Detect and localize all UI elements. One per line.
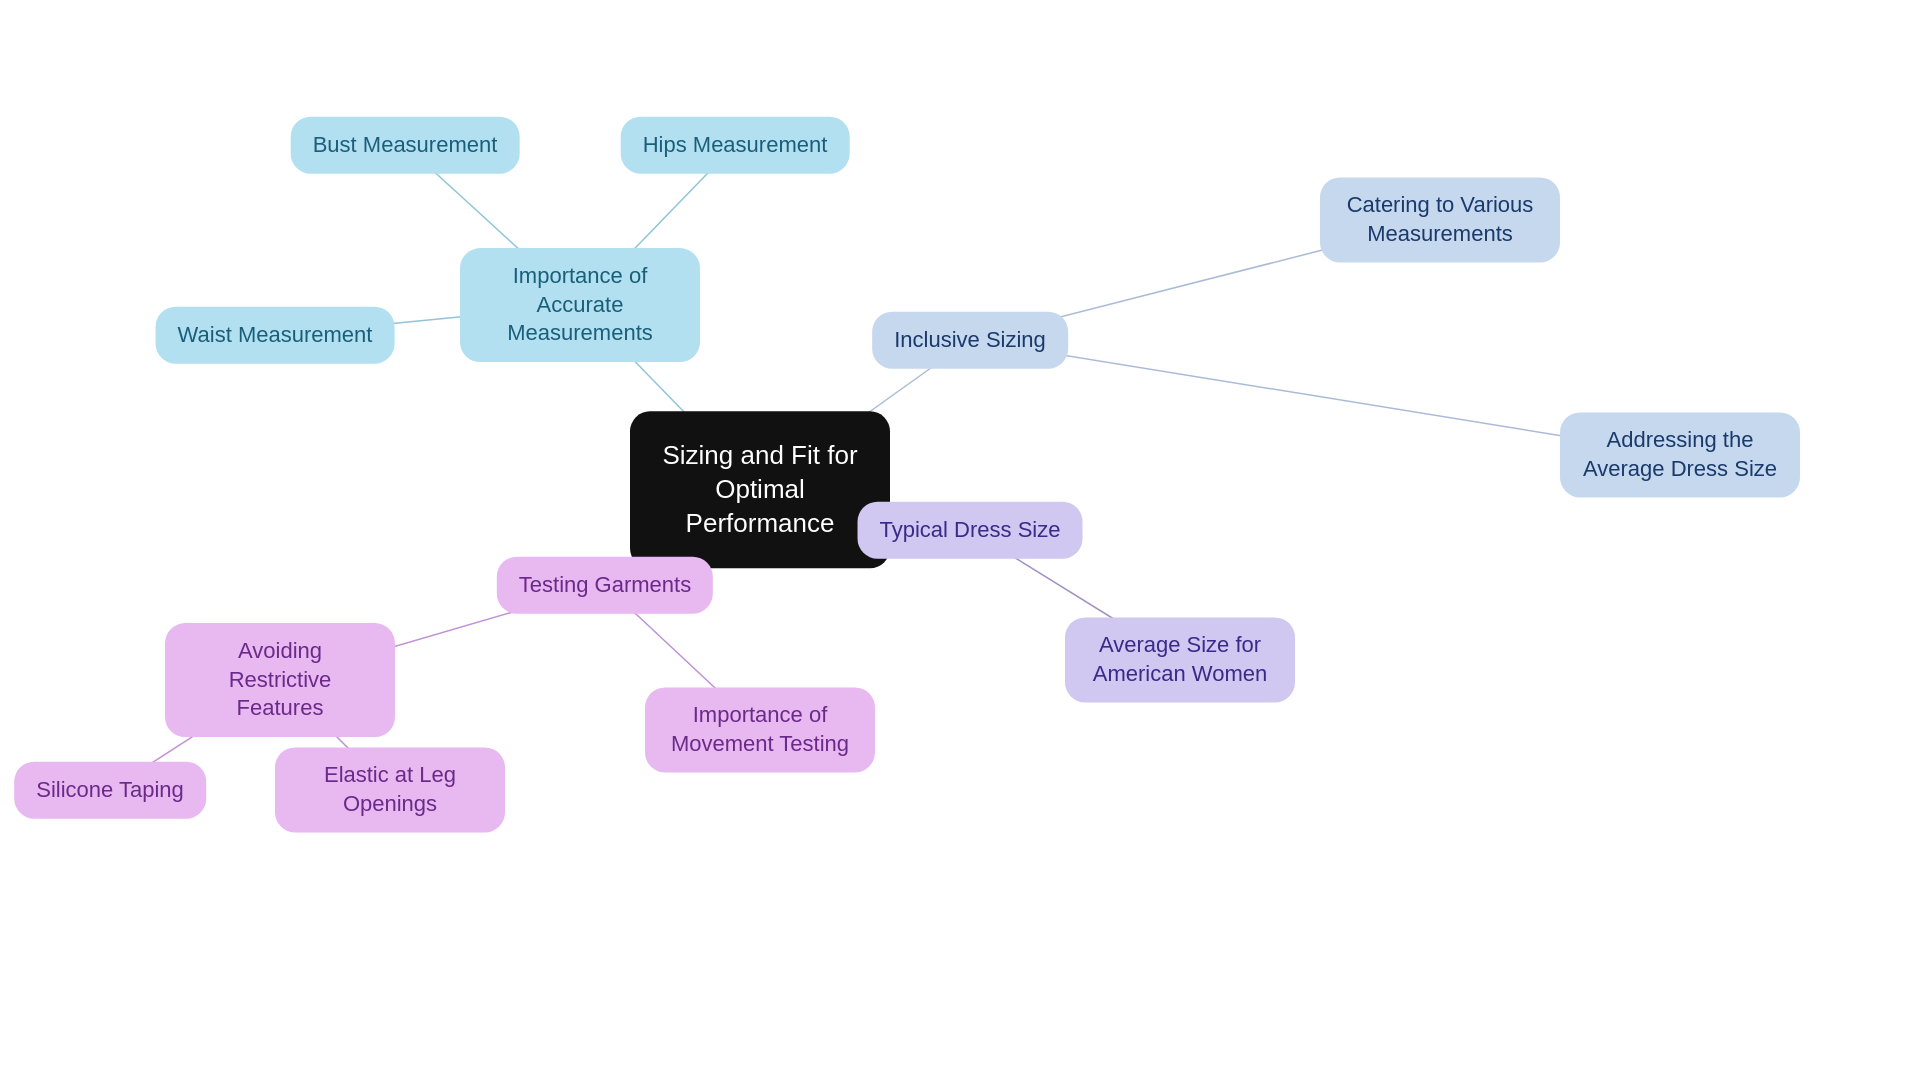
node-bust_measurement: Bust Measurement xyxy=(291,117,520,174)
node-label-testing_garments: Testing Garments xyxy=(519,571,691,600)
node-waist_measurement: Waist Measurement xyxy=(156,307,395,364)
node-label-silicone_taping: Silicone Taping xyxy=(36,776,184,805)
node-center: Sizing and Fit for Optimal Performance xyxy=(630,411,890,568)
node-label-waist_measurement: Waist Measurement xyxy=(178,321,373,350)
node-label-importance_movement: Importance of Movement Testing xyxy=(667,701,853,758)
node-label-elastic_leg: Elastic at Leg Openings xyxy=(297,761,483,818)
node-inclusive_sizing: Inclusive Sizing xyxy=(872,312,1068,369)
node-testing_garments: Testing Garments xyxy=(497,557,713,614)
node-hips_measurement: Hips Measurement xyxy=(621,117,850,174)
node-label-inclusive_sizing: Inclusive Sizing xyxy=(894,326,1046,355)
node-average_size_women: Average Size for American Women xyxy=(1065,617,1295,702)
node-catering_measurements: Catering to Various Measurements xyxy=(1320,177,1560,262)
node-label-bust_measurement: Bust Measurement xyxy=(313,131,498,160)
node-avoiding_restrictive: Avoiding Restrictive Features xyxy=(165,623,395,737)
node-importance_movement: Importance of Movement Testing xyxy=(645,687,875,772)
node-importance_accurate: Importance of Accurate Measurements xyxy=(460,248,700,362)
node-silicone_taping: Silicone Taping xyxy=(14,762,206,819)
mind-map: Sizing and Fit for Optimal Performance Bu… xyxy=(0,0,1920,1083)
node-label-average_size_women: Average Size for American Women xyxy=(1087,631,1273,688)
node-label-typical_dress_size: Typical Dress Size xyxy=(880,516,1061,545)
node-label-avoiding_restrictive: Avoiding Restrictive Features xyxy=(187,637,373,723)
node-label-importance_accurate: Importance of Accurate Measurements xyxy=(482,262,678,348)
node-elastic_leg: Elastic at Leg Openings xyxy=(275,747,505,832)
node-label-addressing_dress_size: Addressing the Average Dress Size xyxy=(1582,426,1778,483)
node-addressing_dress_size: Addressing the Average Dress Size xyxy=(1560,412,1800,497)
node-label-catering_measurements: Catering to Various Measurements xyxy=(1342,191,1538,248)
node-label-hips_measurement: Hips Measurement xyxy=(643,131,828,160)
node-label-center: Sizing and Fit for Optimal Performance xyxy=(660,439,860,540)
node-typical_dress_size: Typical Dress Size xyxy=(858,502,1083,559)
